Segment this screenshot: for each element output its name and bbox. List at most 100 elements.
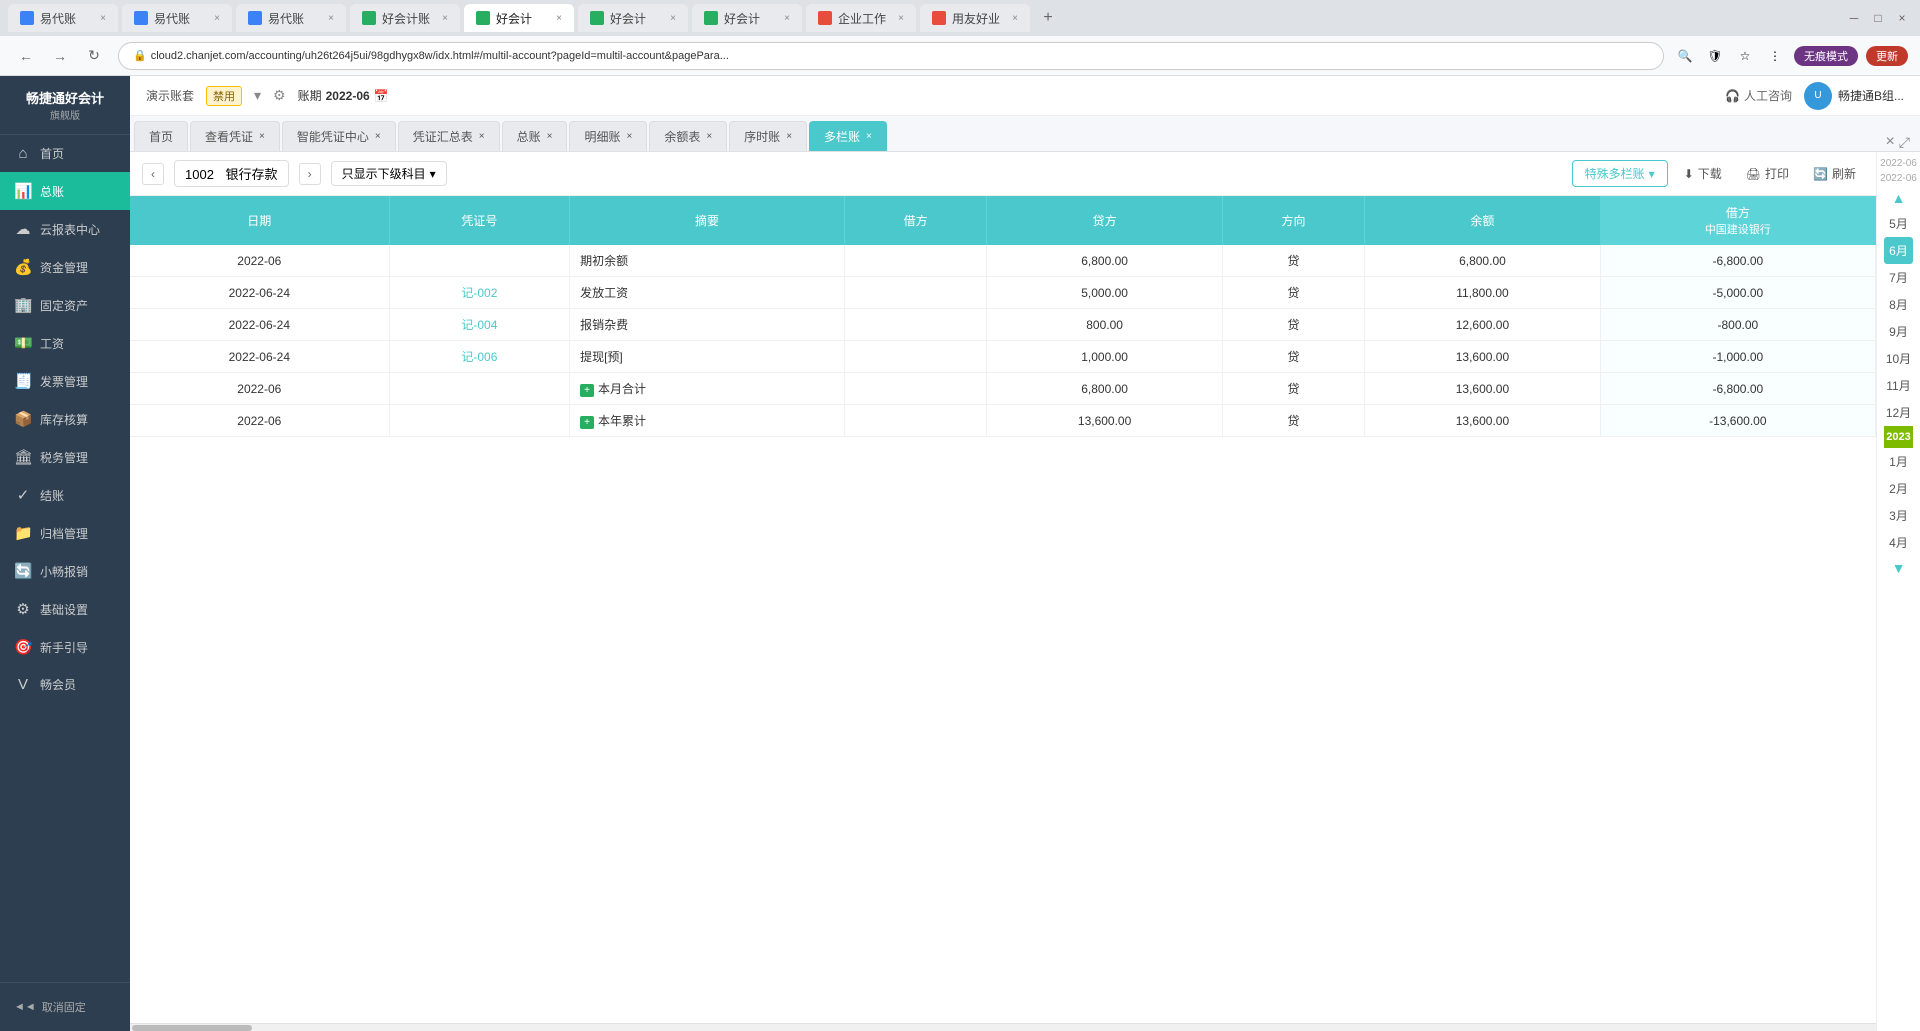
minimize-button[interactable]: ─ bbox=[1844, 8, 1864, 28]
calendar-month-item[interactable]: 1月 bbox=[1884, 448, 1913, 475]
horizontal-scrollbar[interactable] bbox=[130, 1023, 1876, 1031]
sidebar-item-archive[interactable]: 📁 归档管理 bbox=[0, 514, 130, 552]
browser-tab-6[interactable]: 好会计 × bbox=[578, 4, 688, 32]
calendar-month-item[interactable]: 2月 bbox=[1884, 475, 1913, 502]
tab-general-ledger-close[interactable]: × bbox=[547, 131, 553, 142]
calendar-month-item[interactable]: 4月 bbox=[1884, 529, 1913, 556]
calendar-month-item[interactable]: 2023 bbox=[1884, 426, 1913, 448]
voucher-link[interactable]: 记-002 bbox=[461, 286, 497, 300]
browser-tab-1[interactable]: 易代账 × bbox=[8, 4, 118, 32]
sidebar-item-member[interactable]: V 畅会员 bbox=[0, 666, 130, 703]
cell-voucher[interactable]: 记-006 bbox=[389, 341, 569, 373]
sidebar-item-invoice[interactable]: 🧾 发票管理 bbox=[0, 362, 130, 400]
voucher-link[interactable]: 记-006 bbox=[461, 350, 497, 364]
download-button[interactable]: ⬇ 下载 bbox=[1676, 161, 1730, 186]
new-tab-button[interactable]: + bbox=[1034, 4, 1062, 32]
tab-close-9[interactable]: × bbox=[1012, 13, 1018, 24]
no-trace-button[interactable]: 无痕模式 bbox=[1794, 46, 1858, 66]
gear-icon[interactable]: ⚙ bbox=[273, 87, 286, 104]
tab-detail-ledger[interactable]: 明细账 × bbox=[569, 121, 647, 151]
calendar-month-item[interactable]: 7月 bbox=[1884, 264, 1913, 291]
calendar-month-item[interactable]: 3月 bbox=[1884, 502, 1913, 529]
sidebar-item-settings[interactable]: ⚙ 基础设置 bbox=[0, 590, 130, 628]
tab-close-8[interactable]: × bbox=[898, 13, 904, 24]
print-button[interactable]: 🖨 打印 bbox=[1738, 161, 1797, 186]
account-selector[interactable]: 1002 银行存款 bbox=[174, 160, 289, 187]
tab-multi-column-close[interactable]: × bbox=[866, 131, 872, 142]
expand-panel-icon[interactable]: ⤢ bbox=[1899, 134, 1910, 151]
sidebar-item-assets[interactable]: 🏢 固定资产 bbox=[0, 286, 130, 324]
calendar-icon[interactable]: 📅 bbox=[374, 89, 389, 103]
calendar-scroll-up[interactable]: ▲ bbox=[1877, 186, 1920, 210]
calendar-month-item[interactable]: 8月 bbox=[1884, 291, 1913, 318]
voucher-link[interactable]: 记-004 bbox=[461, 318, 497, 332]
tab-voucher[interactable]: 查看凭证 × bbox=[190, 121, 280, 151]
consult-button[interactable]: 🎧 人工咨询 bbox=[1725, 87, 1792, 104]
url-bar[interactable]: 🔒 cloud2.chanjet.com/accounting/uh26t264… bbox=[118, 42, 1664, 70]
browser-tab-4[interactable]: 好会计账 × bbox=[350, 4, 460, 32]
sidebar-item-payroll[interactable]: 💵 工资 bbox=[0, 324, 130, 362]
tab-close-7[interactable]: × bbox=[784, 13, 790, 24]
sidebar-item-tax[interactable]: 🏛 税务管理 bbox=[0, 438, 130, 476]
close-panel-icon[interactable]: × bbox=[1885, 133, 1894, 151]
tab-close-3[interactable]: × bbox=[328, 13, 334, 24]
sidebar-item-ledger[interactable]: 📊 总账 bbox=[0, 172, 130, 210]
tab-balance[interactable]: 余额表 × bbox=[649, 121, 727, 151]
tab-close-1[interactable]: × bbox=[100, 13, 106, 24]
sidebar-item-home[interactable]: ⌂ 首页 bbox=[0, 135, 130, 172]
scrollbar-thumb[interactable] bbox=[132, 1025, 252, 1031]
sidebar-item-finance[interactable]: 💰 资金管理 bbox=[0, 248, 130, 286]
filter-button[interactable]: 只显示下级科目 ▾ bbox=[331, 161, 447, 186]
cell-voucher[interactable]: 记-004 bbox=[389, 309, 569, 341]
dropdown-icon[interactable]: ▾ bbox=[254, 87, 261, 104]
browser-tab-2[interactable]: 易代账 × bbox=[122, 4, 232, 32]
sidebar-item-close[interactable]: ✓ 结账 bbox=[0, 476, 130, 514]
tab-close-4[interactable]: × bbox=[442, 13, 448, 24]
calendar-month-item[interactable]: 6月 bbox=[1884, 237, 1913, 264]
sidebar-item-guide[interactable]: 🎯 新手引导 bbox=[0, 628, 130, 666]
close-window-button[interactable]: × bbox=[1892, 8, 1912, 28]
cell-voucher[interactable]: 记-002 bbox=[389, 277, 569, 309]
tab-balance-close[interactable]: × bbox=[706, 131, 712, 142]
tab-voucher-summary-close[interactable]: × bbox=[479, 131, 485, 142]
special-multicolumn-button[interactable]: 特殊多栏账 ▾ bbox=[1572, 160, 1668, 187]
tab-general-ledger[interactable]: 总账 × bbox=[502, 121, 568, 151]
tab-home[interactable]: 首页 bbox=[134, 121, 188, 151]
shield-icon[interactable]: 🛡 bbox=[1704, 45, 1726, 67]
next-account-button[interactable]: › bbox=[299, 163, 321, 185]
tab-close-6[interactable]: × bbox=[670, 13, 676, 24]
star-icon[interactable]: ☆ bbox=[1734, 45, 1756, 67]
prev-account-button[interactable]: ‹ bbox=[142, 163, 164, 185]
calendar-month-item[interactable]: 11月 bbox=[1884, 372, 1913, 399]
tab-smart-voucher[interactable]: 智能凭证中心 × bbox=[282, 121, 396, 151]
maximize-button[interactable]: □ bbox=[1868, 8, 1888, 28]
tab-close-2[interactable]: × bbox=[214, 13, 220, 24]
tab-voucher-summary[interactable]: 凭证汇总表 × bbox=[398, 121, 500, 151]
search-icon[interactable]: 🔍 bbox=[1674, 45, 1696, 67]
browser-tab-9[interactable]: 用友好业 × bbox=[920, 4, 1030, 32]
refresh-button[interactable]: 🔄 刷新 bbox=[1805, 161, 1864, 186]
tab-detail-ledger-close[interactable]: × bbox=[626, 131, 632, 142]
tab-voucher-close[interactable]: × bbox=[259, 131, 265, 142]
browser-tab-7[interactable]: 好会计 × bbox=[692, 4, 802, 32]
tab-smart-voucher-close[interactable]: × bbox=[375, 131, 381, 142]
browser-tab-5[interactable]: 好会计 × bbox=[464, 4, 574, 32]
browser-menu-icon[interactable]: ⋮ bbox=[1764, 45, 1786, 67]
calendar-scroll-down[interactable]: ▼ bbox=[1877, 556, 1920, 580]
sidebar-item-cloud[interactable]: ☁ 云报表中心 bbox=[0, 210, 130, 248]
tab-sequential[interactable]: 序时账 × bbox=[729, 121, 807, 151]
reload-button[interactable]: ↻ bbox=[80, 42, 108, 70]
unpin-button[interactable]: ◄◄ 取消固定 bbox=[10, 993, 120, 1021]
tab-sequential-close[interactable]: × bbox=[786, 131, 792, 142]
tab-multi-column[interactable]: 多栏账 × bbox=[809, 121, 887, 151]
calendar-month-item[interactable]: 9月 bbox=[1884, 318, 1913, 345]
sidebar-item-inventory[interactable]: 📦 库存核算 bbox=[0, 400, 130, 438]
tab-close-5[interactable]: × bbox=[556, 13, 562, 24]
back-button[interactable]: ← bbox=[12, 42, 40, 70]
update-button[interactable]: 更新 bbox=[1866, 46, 1908, 66]
calendar-month-item[interactable]: 10月 bbox=[1884, 345, 1913, 372]
calendar-month-item[interactable]: 5月 bbox=[1884, 210, 1913, 237]
forward-button[interactable]: → bbox=[46, 42, 74, 70]
browser-tab-8[interactable]: 企业工作 × bbox=[806, 4, 916, 32]
calendar-month-item[interactable]: 12月 bbox=[1884, 399, 1913, 426]
